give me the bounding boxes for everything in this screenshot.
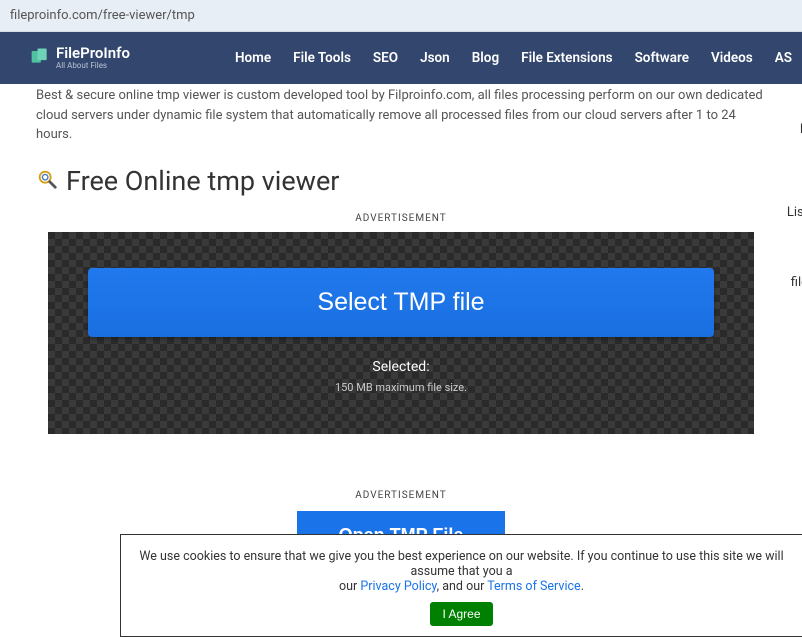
nav-blog[interactable]: Blog [472,50,499,66]
nav-home[interactable]: Home [235,50,271,66]
nav-as[interactable]: AS [775,50,792,66]
select-file-button[interactable]: Select TMP file [88,268,714,337]
nav-seo[interactable]: SEO [373,50,398,66]
side-text-list: List [787,205,802,220]
cookie-line2c: . [581,579,584,594]
main-content: Best & secure online tmp viewer is custo… [0,84,802,560]
logo-name: FileProInfo [56,46,130,61]
cookie-line2b: , and our [437,579,488,594]
selected-label: Selected: [88,359,714,375]
terms-of-service-link[interactable]: Terms of Service [487,579,580,594]
ad-label-bottom: ADVERTISEMENT [36,490,766,501]
search-icon [36,168,58,194]
max-file-size: 150 MB maximum file size. [88,381,714,394]
cookie-text: We use cookies to ensure that we give yo… [129,549,794,594]
description-text: Best & secure online tmp viewer is custo… [36,84,766,145]
logo-tagline: All About Files [56,61,130,70]
agree-button[interactable]: I Agree [430,602,492,626]
nav-file-extensions[interactable]: File Extensions [521,50,612,66]
ad-label-top: ADVERTISEMENT [36,213,766,224]
nav-links: Home File Tools SEO Json Blog File Exten… [235,50,792,66]
navbar: FileProInfo All About Files Home File To… [0,32,802,84]
page-title-row: Free Online tmp viewer [36,165,766,197]
file-dropzone[interactable]: Select TMP file Selected: 150 MB maximum… [48,232,754,434]
logo-icon [30,46,50,70]
page-title: Free Online tmp viewer [66,165,339,197]
nav-videos[interactable]: Videos [711,50,753,66]
side-text-file: file [791,275,802,290]
nav-json[interactable]: Json [420,50,450,66]
logo[interactable]: FileProInfo All About Files [30,46,130,70]
cookie-line2a: our [339,579,360,594]
privacy-policy-link[interactable]: Privacy Policy [360,579,436,594]
nav-file-tools[interactable]: File Tools [293,50,351,66]
cookie-line1: We use cookies to ensure that we give yo… [139,549,783,579]
nav-software[interactable]: Software [635,50,689,66]
url-bar[interactable]: fileproinfo.com/free-viewer/tmp [0,0,802,32]
cookie-consent-bar: We use cookies to ensure that we give yo… [120,534,802,637]
